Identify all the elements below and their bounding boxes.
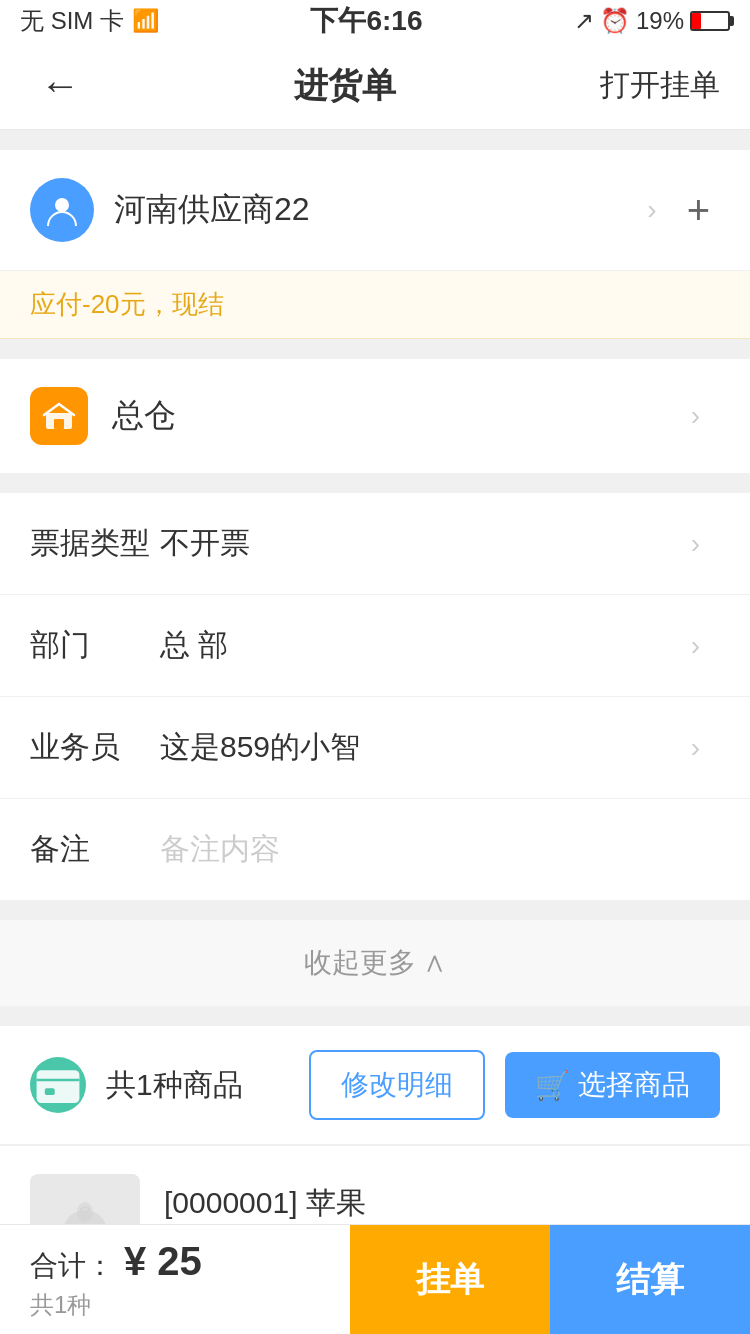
location-icon: ↗: [574, 7, 594, 35]
status-left: 无 SIM 卡 📶: [20, 5, 159, 37]
supplier-section: 河南供应商22 › + 应付-20元，现结: [0, 150, 750, 339]
status-time: 下午6:16: [310, 2, 422, 40]
invoice-label: 票据类型: [30, 523, 160, 564]
product-title: 苹果: [306, 1186, 366, 1219]
svg-point-6: [77, 1202, 93, 1222]
product-header: 共1种商品 修改明细 🛒 选择商品: [0, 1026, 750, 1144]
status-right: ↗ ⏰ 19%: [574, 7, 730, 35]
supplier-avatar: [30, 178, 94, 242]
svg-rect-2: [54, 419, 64, 429]
back-button[interactable]: ←: [30, 53, 90, 118]
warehouse-icon: [30, 387, 88, 445]
invoice-value: 不开票: [160, 523, 691, 564]
total-label: 合计：: [30, 1247, 114, 1285]
department-chevron-icon: ›: [691, 630, 700, 662]
checkout-button[interactable]: 结算: [550, 1225, 750, 1335]
supplier-name: 河南供应商22: [114, 188, 647, 232]
department-label: 部门: [30, 625, 160, 666]
warehouse-row[interactable]: 总仓 ›: [0, 359, 750, 473]
footer: 合计： ¥ 25 共1种 挂单 结算: [0, 1224, 750, 1334]
nav-bar: ← 进货单 打开挂单: [0, 42, 750, 130]
product-code: [0000001]: [164, 1186, 306, 1219]
notice-text: 应付-20元，现结: [30, 289, 224, 319]
footer-total-top: 合计： ¥ 25: [30, 1239, 320, 1285]
product-name: [0000001] 苹果: [164, 1183, 673, 1224]
invoice-row[interactable]: 票据类型 不开票 ›: [0, 493, 750, 595]
staff-row[interactable]: 业务员 这是859的小智 ›: [0, 697, 750, 799]
invoice-chevron-icon: ›: [691, 528, 700, 560]
page-title: 进货单: [294, 63, 396, 109]
product-icon: [30, 1057, 86, 1113]
collapse-row[interactable]: 收起更多 ∧: [0, 920, 750, 1006]
total-sub: 共1种: [30, 1289, 320, 1321]
total-amount: ¥ 25: [124, 1239, 202, 1284]
svg-rect-3: [37, 1070, 80, 1103]
collapse-text: 收起更多 ∧: [304, 947, 447, 978]
wifi-icon: 📶: [132, 8, 159, 34]
edit-details-button[interactable]: 修改明细: [309, 1050, 485, 1120]
add-button[interactable]: +: [677, 188, 720, 233]
notice-bar: 应付-20元，现结: [0, 271, 750, 339]
department-row[interactable]: 部门 总 部 ›: [0, 595, 750, 697]
remark-label: 备注: [30, 829, 160, 870]
form-section: 票据类型 不开票 › 部门 总 部 › 业务员 这是859的小智 › 备注 备注…: [0, 493, 750, 900]
warehouse-section[interactable]: 总仓 ›: [0, 359, 750, 473]
select-product-button[interactable]: 🛒 选择商品: [505, 1052, 720, 1118]
svg-rect-4: [45, 1088, 55, 1095]
select-btn-label: 选择商品: [578, 1066, 690, 1104]
product-count: 共1种商品: [106, 1065, 309, 1106]
staff-label: 业务员: [30, 727, 160, 768]
footer-total: 合计： ¥ 25 共1种: [0, 1239, 350, 1321]
supplier-chevron-icon: ›: [647, 194, 656, 226]
supplier-row[interactable]: 河南供应商22 › +: [0, 150, 750, 271]
main-content: 河南供应商22 › + 应付-20元，现结 总仓 › 票据类型 不开票 ›: [0, 150, 750, 1334]
carrier-text: 无 SIM 卡: [20, 5, 124, 37]
warehouse-chevron-icon: ›: [691, 400, 700, 432]
department-value: 总 部: [160, 625, 691, 666]
svg-point-0: [55, 198, 69, 212]
remark-input[interactable]: 备注内容: [160, 829, 720, 870]
alarm-icon: ⏰: [600, 7, 630, 35]
battery-text: 19%: [636, 7, 684, 35]
staff-chevron-icon: ›: [691, 732, 700, 764]
staff-value: 这是859的小智: [160, 727, 691, 768]
status-bar: 无 SIM 卡 📶 下午6:16 ↗ ⏰ 19%: [0, 0, 750, 42]
remark-row[interactable]: 备注 备注内容: [0, 799, 750, 900]
open-pending-button[interactable]: 打开挂单: [600, 65, 720, 106]
warehouse-name: 总仓: [112, 394, 691, 438]
cart-icon: 🛒: [535, 1069, 570, 1102]
battery-icon: [690, 11, 730, 31]
suspend-button[interactable]: 挂单: [350, 1225, 550, 1335]
